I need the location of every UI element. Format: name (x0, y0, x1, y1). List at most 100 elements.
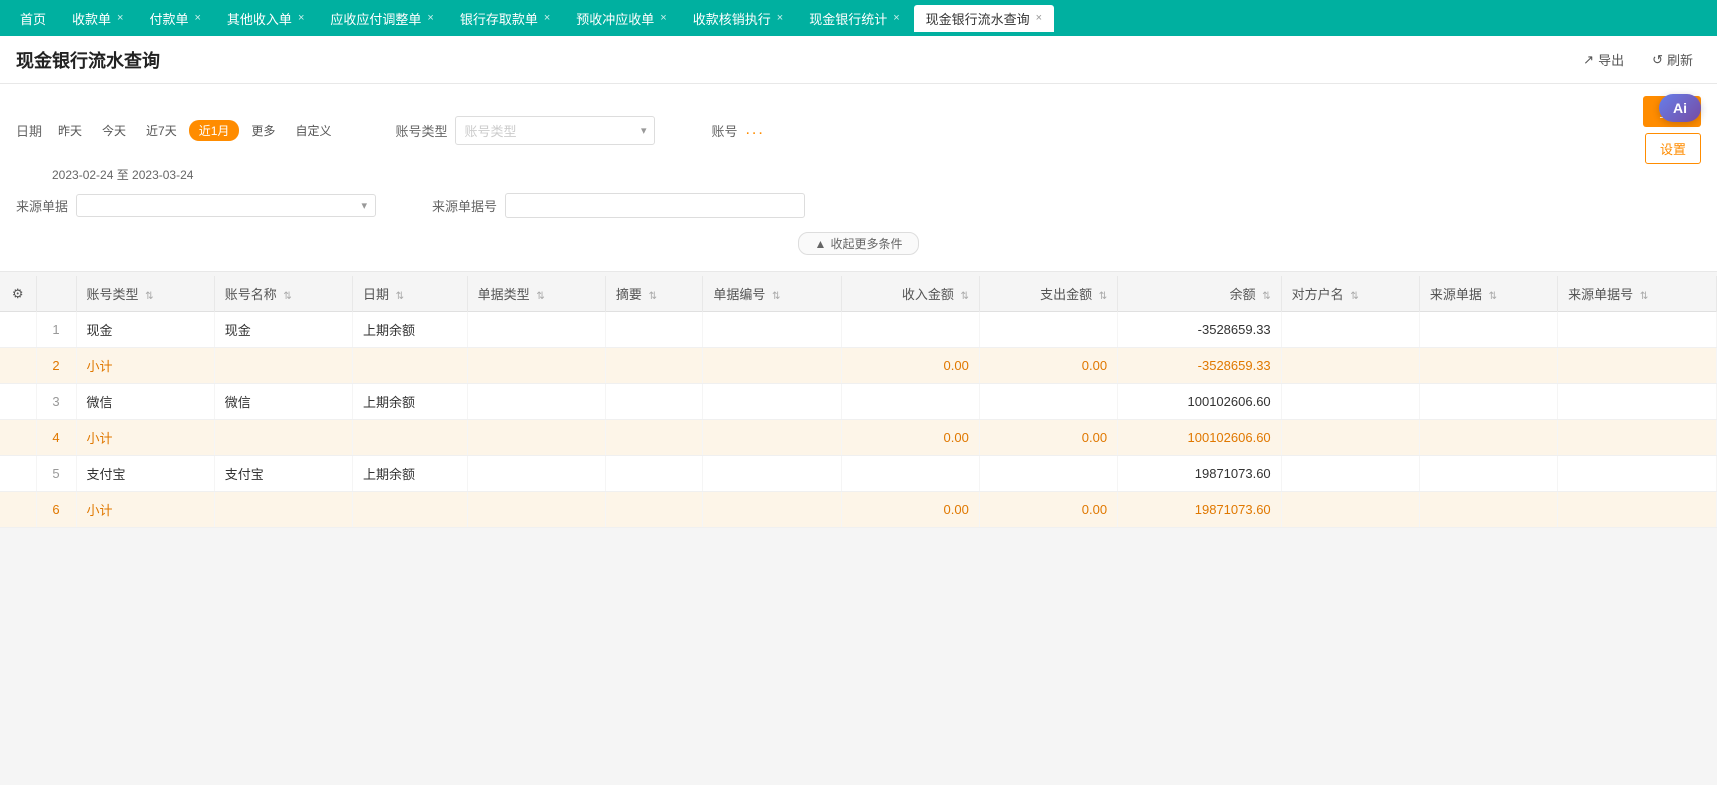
table-row: 5支付宝支付宝上期余额19871073.60 (0, 456, 1717, 492)
account-dots-button[interactable]: ... (745, 121, 764, 139)
close-tab-4-icon[interactable]: × (544, 12, 550, 24)
col-expense[interactable]: 支出金额 ⇅ (979, 276, 1117, 312)
col-balance[interactable]: 余额 ⇅ (1118, 276, 1282, 312)
source-doc-no-label: 来源单据号 (432, 196, 497, 215)
account-type-select[interactable]: 账号类型 ▾ (455, 116, 655, 145)
col-summary[interactable]: 摘要 ⇅ (605, 276, 702, 312)
table-cell (467, 384, 605, 420)
col-account-type[interactable]: 账号类型 ⇅ (76, 276, 214, 312)
close-tab-3-icon[interactable]: × (427, 12, 433, 24)
table-cell (467, 420, 605, 456)
sort-date-icon: ⇅ (396, 291, 404, 302)
date-opt-custom[interactable]: 自定义 (287, 120, 339, 141)
table-cell (353, 348, 468, 384)
col-source-doc[interactable]: 来源单据 ⇅ (1419, 276, 1557, 312)
close-tab-7-icon[interactable]: × (893, 12, 899, 24)
table-cell: 现金 (214, 312, 352, 348)
table-cell: -3528659.33 (1118, 312, 1282, 348)
nav-tab-6[interactable]: 收款核销执行 × (681, 5, 795, 32)
ai-badge[interactable]: Ai (1659, 94, 1701, 122)
col-counterparty[interactable]: 对方户名 ⇅ (1281, 276, 1419, 312)
col-doc-type[interactable]: 单据类型 ⇅ (467, 276, 605, 312)
nav-home[interactable]: 首页 (8, 5, 58, 32)
nav-tab-7[interactable]: 现金银行统计 × (797, 5, 911, 32)
account-type-filter-group: 账号类型 账号类型 ▾ (395, 116, 655, 145)
refresh-button[interactable]: ↺ 刷新 (1644, 46, 1701, 73)
data-table: ⚙ 账号类型 ⇅ 账号名称 ⇅ 日期 ⇅ 单据类型 ⇅ (0, 276, 1717, 528)
header-actions: ↗ 导出 ↺ 刷新 (1575, 46, 1701, 73)
table-cell (703, 312, 841, 348)
table-cell (1281, 456, 1419, 492)
date-opt-yesterday[interactable]: 昨天 (50, 120, 90, 141)
table-cell: 微信 (214, 384, 352, 420)
table-cell (467, 312, 605, 348)
table-cell (1281, 312, 1419, 348)
col-date[interactable]: 日期 ⇅ (353, 276, 468, 312)
table-cell (0, 420, 36, 456)
close-tab-0-icon[interactable]: × (117, 12, 123, 24)
filter-row-2: 来源单据 ▾ 来源单据号 (16, 193, 1701, 218)
table-cell (0, 348, 36, 384)
col-income[interactable]: 收入金额 ⇅ (841, 276, 979, 312)
nav-tab-2[interactable]: 其他收入单 × (215, 5, 316, 32)
close-tab-5-icon[interactable]: × (660, 12, 666, 24)
table-cell: 0.00 (979, 420, 1117, 456)
export-icon: ↗ (1583, 52, 1594, 68)
date-opt-7days[interactable]: 近7天 (138, 120, 185, 141)
table-cell: 上期余额 (353, 456, 468, 492)
date-range-text: 2023-02-24 至 2023-03-24 (52, 168, 193, 182)
account-label: 账号 (711, 121, 737, 140)
table-cell (703, 384, 841, 420)
nav-tab-1[interactable]: 付款单 × (137, 5, 212, 32)
date-opt-today[interactable]: 今天 (94, 120, 134, 141)
col-settings[interactable]: ⚙ (0, 276, 36, 312)
sort-doc-no-icon: ⇅ (772, 291, 780, 302)
filter-area: 日期 昨天 今天 近7天 近1月 更多 自定义 账号类型 账号类型 ▾ 账号 .… (0, 84, 1717, 272)
table-cell (1419, 312, 1557, 348)
table-cell: 支付宝 (76, 456, 214, 492)
table-cell (1281, 420, 1419, 456)
close-tab-1-icon[interactable]: × (194, 12, 200, 24)
col-source-doc-no[interactable]: 来源单据号 ⇅ (1558, 276, 1717, 312)
source-doc-select[interactable]: ▾ (76, 194, 376, 217)
account-type-label: 账号类型 (395, 121, 447, 140)
nav-tab-3[interactable]: 应收应付调整单 × (318, 5, 445, 32)
table-area: ⚙ 账号类型 ⇅ 账号名称 ⇅ 日期 ⇅ 单据类型 ⇅ (0, 276, 1717, 528)
account-filter-group: 账号 ... (711, 121, 764, 140)
table-cell (1419, 420, 1557, 456)
table-cell (1558, 456, 1717, 492)
col-account-name[interactable]: 账号名称 ⇅ (214, 276, 352, 312)
source-doc-no-input[interactable] (505, 193, 805, 218)
close-tab-2-icon[interactable]: × (298, 12, 304, 24)
date-opt-more[interactable]: 更多 (243, 120, 283, 141)
page-title: 现金银行流水查询 (16, 47, 160, 73)
collapse-button[interactable]: ▲ 收起更多条件 (798, 232, 920, 255)
sort-summary-icon: ⇅ (649, 291, 657, 302)
table-cell (1419, 348, 1557, 384)
col-doc-no[interactable]: 单据编号 ⇅ (703, 276, 841, 312)
settings-button[interactable]: 设置 (1645, 133, 1701, 164)
nav-tab-8[interactable]: 现金银行流水查询 × (914, 5, 1054, 32)
nav-tab-0[interactable]: 收款单 × (60, 5, 135, 32)
close-tab-8-icon[interactable]: × (1036, 12, 1042, 24)
date-range-display: 2023-02-24 至 2023-03-24 (48, 166, 1701, 183)
table-cell: 5 (36, 456, 76, 492)
table-cell (467, 492, 605, 528)
collapse-row: ▲ 收起更多条件 (16, 228, 1701, 259)
table-settings-icon[interactable]: ⚙ (12, 286, 24, 301)
date-opt-1month[interactable]: 近1月 (189, 120, 240, 141)
table-cell (703, 348, 841, 384)
refresh-icon: ↺ (1652, 52, 1663, 68)
account-type-chevron-icon: ▾ (641, 124, 647, 137)
nav-tab-5[interactable]: 预收冲应收单 × (564, 5, 678, 32)
sort-source-doc-icon: ⇅ (1489, 291, 1497, 302)
nav-tab-4[interactable]: 银行存取款单 × (448, 5, 562, 32)
table-cell (1419, 456, 1557, 492)
table-cell (1281, 492, 1419, 528)
table-cell: 19871073.60 (1118, 456, 1282, 492)
close-tab-6-icon[interactable]: × (777, 12, 783, 24)
export-button[interactable]: ↗ 导出 (1575, 46, 1632, 73)
top-nav: 首页 收款单 × 付款单 × 其他收入单 × 应收应付调整单 × 银行存取款单 … (0, 0, 1717, 36)
table-cell (979, 456, 1117, 492)
table-cell: 0.00 (841, 420, 979, 456)
